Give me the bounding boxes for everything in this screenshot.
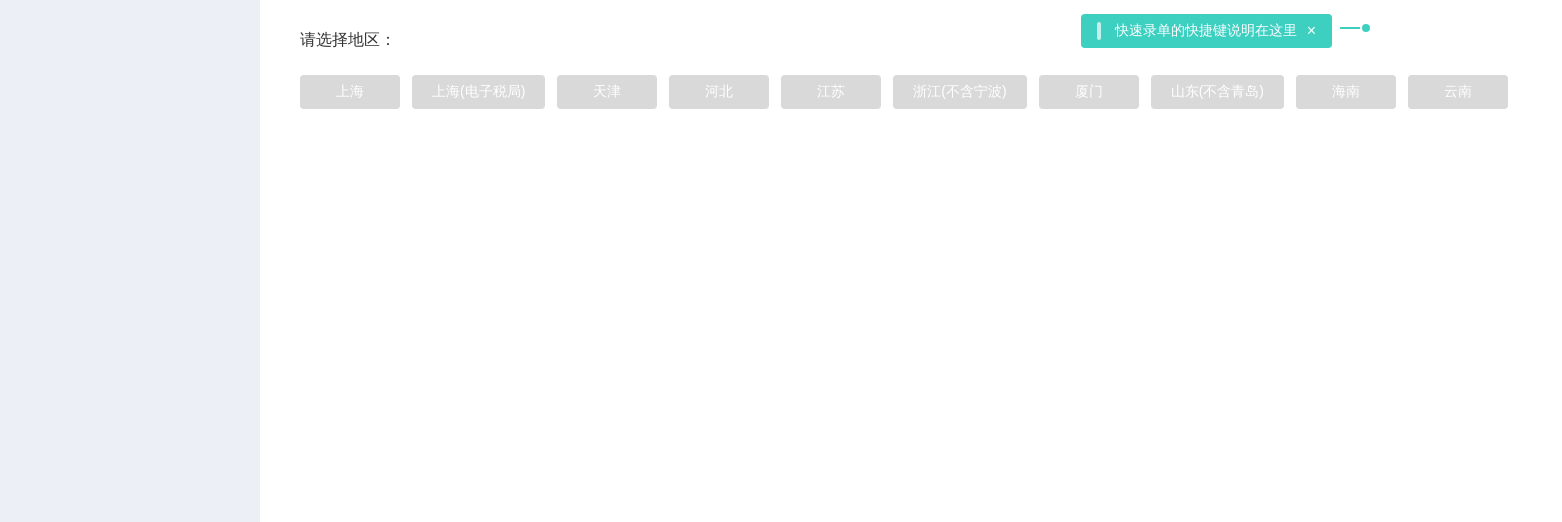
region-button[interactable]: 厦门 [1039,75,1139,109]
sidebar [0,0,260,522]
tooltip-text: 快速录单的快捷键说明在这里 [1115,22,1297,40]
page-title: 请选择地区： [300,30,1522,51]
region-button[interactable]: 河北 [669,75,769,109]
region-button[interactable]: 海南 [1296,75,1396,109]
region-button[interactable]: 江苏 [781,75,881,109]
main-content: 请选择地区： 上海上海(电子税局) 天津河北江苏浙江(不含宁波) 厦门山东(不含青岛… [260,0,1562,522]
region-buttons: 上海上海(电子税局) 天津河北江苏浙江(不含宁波) 厦门山东(不含青岛) 海南云南 [300,75,1522,109]
region-button[interactable]: 上海(电子税局) [412,75,545,109]
tooltip-banner: 快速录单的快捷键说明在这里 × [1081,14,1332,48]
region-button[interactable]: 上海 [300,75,400,109]
region-button[interactable]: 云南 [1408,75,1508,109]
region-button[interactable]: 浙江(不含宁波) [893,75,1026,109]
tooltip-bar [1097,22,1101,40]
region-button[interactable]: 山东(不含青岛) [1151,75,1284,109]
tooltip-close-button[interactable]: × [1307,22,1316,40]
connector-dot [1360,22,1372,34]
region-button[interactable]: 天津 [557,75,657,109]
